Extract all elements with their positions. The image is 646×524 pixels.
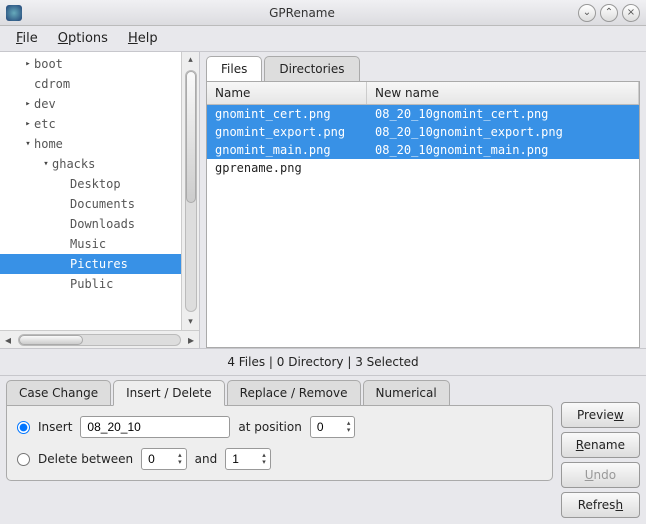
tree-item[interactable]: Downloads <box>0 214 181 234</box>
window-title: GPRename <box>30 6 574 20</box>
action-buttons: Preview Rename Undo Refresh <box>561 380 640 518</box>
delete-from-spinner[interactable]: ▴▾ <box>141 448 187 470</box>
tree-item[interactable]: ▸etc <box>0 114 181 134</box>
tab-directories[interactable]: Directories <box>264 56 359 81</box>
tab-replace-remove[interactable]: Replace / Remove <box>227 380 361 406</box>
tree-item[interactable]: Pictures <box>0 254 181 274</box>
tree-item-label: Public <box>70 277 113 291</box>
table-row[interactable]: gnomint_cert.png08_20_10gnomint_cert.png <box>207 105 639 123</box>
close-button[interactable]: × <box>622 4 640 22</box>
tree-item[interactable]: Documents <box>0 194 181 214</box>
file-panel: Files Directories Name New name gnomint_… <box>200 52 646 348</box>
scroll-down-icon[interactable]: ▾ <box>188 314 193 330</box>
tree-item-label: Music <box>70 237 106 251</box>
delete-between-label: Delete between <box>38 452 133 466</box>
tree-item-label: Desktop <box>70 177 121 191</box>
cell-new-name: 08_20_10gnomint_export.png <box>367 125 639 139</box>
titlebar: GPRename ⌄ ⌃ × <box>0 0 646 26</box>
and-label: and <box>195 452 218 466</box>
tree-hscroll[interactable]: ◂ ▸ <box>0 330 199 348</box>
table-row[interactable]: gnomint_main.png08_20_10gnomint_main.png <box>207 141 639 159</box>
expand-icon[interactable]: ▸ <box>22 59 34 69</box>
tree-item-label: ghacks <box>52 157 95 171</box>
delete-radio[interactable] <box>17 453 30 466</box>
tree-vscroll[interactable]: ▴ ▾ <box>181 52 199 330</box>
expand-icon[interactable]: ▾ <box>22 139 34 149</box>
tab-numerical[interactable]: Numerical <box>363 380 450 406</box>
expand-icon[interactable]: ▸ <box>22 99 34 109</box>
tree-item[interactable]: ▾home <box>0 134 181 154</box>
preview-button[interactable]: Preview <box>561 402 640 428</box>
tree-item-label: boot <box>34 57 63 71</box>
spin-down-icon[interactable]: ▾ <box>178 459 182 466</box>
tree-item-label: Pictures <box>70 257 128 271</box>
cell-new-name: 08_20_10gnomint_cert.png <box>367 107 639 121</box>
tree-item[interactable]: ▸boot <box>0 54 181 74</box>
tree-item-label: Documents <box>70 197 135 211</box>
menubar: File Options Help <box>0 26 646 52</box>
spin-down-icon[interactable]: ▾ <box>347 427 351 434</box>
cell-name: gnomint_export.png <box>207 125 367 139</box>
tab-files[interactable]: Files <box>206 56 262 81</box>
cell-name: gprename.png <box>207 161 367 175</box>
tree-item-label: dev <box>34 97 56 111</box>
tree-item[interactable]: ▸dev <box>0 94 181 114</box>
table-row[interactable]: gnomint_export.png08_20_10gnomint_export… <box>207 123 639 141</box>
insert-radio[interactable] <box>17 421 30 434</box>
scroll-up-icon[interactable]: ▴ <box>188 52 193 68</box>
insert-delete-panel: Insert at position ▴▾ Delete between ▴▾ … <box>6 405 553 481</box>
rename-button[interactable]: Rename <box>561 432 640 458</box>
tree-item-label: etc <box>34 117 56 131</box>
insert-text-input[interactable] <box>80 416 230 438</box>
folder-tree-panel: ▸bootcdrom▸dev▸etc▾home▾ghacksDesktopDoc… <box>0 52 200 348</box>
position-spinner[interactable]: ▴▾ <box>310 416 356 438</box>
column-name[interactable]: Name <box>207 82 367 104</box>
maximize-button[interactable]: ⌃ <box>600 4 618 22</box>
tab-insert-delete[interactable]: Insert / Delete <box>113 380 225 406</box>
tab-case-change[interactable]: Case Change <box>6 380 111 406</box>
expand-icon[interactable]: ▸ <box>22 119 34 129</box>
tree-item-label: Downloads <box>70 217 135 231</box>
tree-item[interactable]: Public <box>0 274 181 294</box>
folder-tree[interactable]: ▸bootcdrom▸dev▸etc▾home▾ghacksDesktopDoc… <box>0 52 181 330</box>
table-row[interactable]: gprename.png <box>207 159 639 177</box>
file-tabs: Files Directories <box>206 56 640 81</box>
tree-item-label: home <box>34 137 63 151</box>
cell-name: gnomint_cert.png <box>207 107 367 121</box>
at-position-label: at position <box>238 420 301 434</box>
cell-name: gnomint_main.png <box>207 143 367 157</box>
minimize-button[interactable]: ⌄ <box>578 4 596 22</box>
status-bar: 4 Files | 0 Directory | 3 Selected <box>0 348 646 376</box>
file-table: Name New name gnomint_cert.png08_20_10gn… <box>206 81 640 348</box>
operation-tabs: Case Change Insert / Delete Replace / Re… <box>6 380 553 406</box>
delete-to-spinner[interactable]: ▴▾ <box>225 448 271 470</box>
tree-item[interactable]: Music <box>0 234 181 254</box>
scroll-right-icon[interactable]: ▸ <box>183 333 199 347</box>
undo-button: Undo <box>561 462 640 488</box>
insert-label: Insert <box>38 420 72 434</box>
cell-new-name: 08_20_10gnomint_main.png <box>367 143 639 157</box>
tree-item[interactable]: cdrom <box>0 74 181 94</box>
refresh-button[interactable]: Refresh <box>561 492 640 518</box>
tree-item[interactable]: ▾ghacks <box>0 154 181 174</box>
column-new-name[interactable]: New name <box>367 82 639 104</box>
tree-item-label: cdrom <box>34 77 70 91</box>
scroll-left-icon[interactable]: ◂ <box>0 333 16 347</box>
menu-help[interactable]: Help <box>118 27 168 50</box>
menu-options[interactable]: Options <box>48 27 118 50</box>
expand-icon[interactable]: ▾ <box>40 159 52 169</box>
menu-file[interactable]: File <box>6 27 48 50</box>
tree-item[interactable]: Desktop <box>0 174 181 194</box>
spin-down-icon[interactable]: ▾ <box>262 459 266 466</box>
app-icon <box>6 5 22 21</box>
